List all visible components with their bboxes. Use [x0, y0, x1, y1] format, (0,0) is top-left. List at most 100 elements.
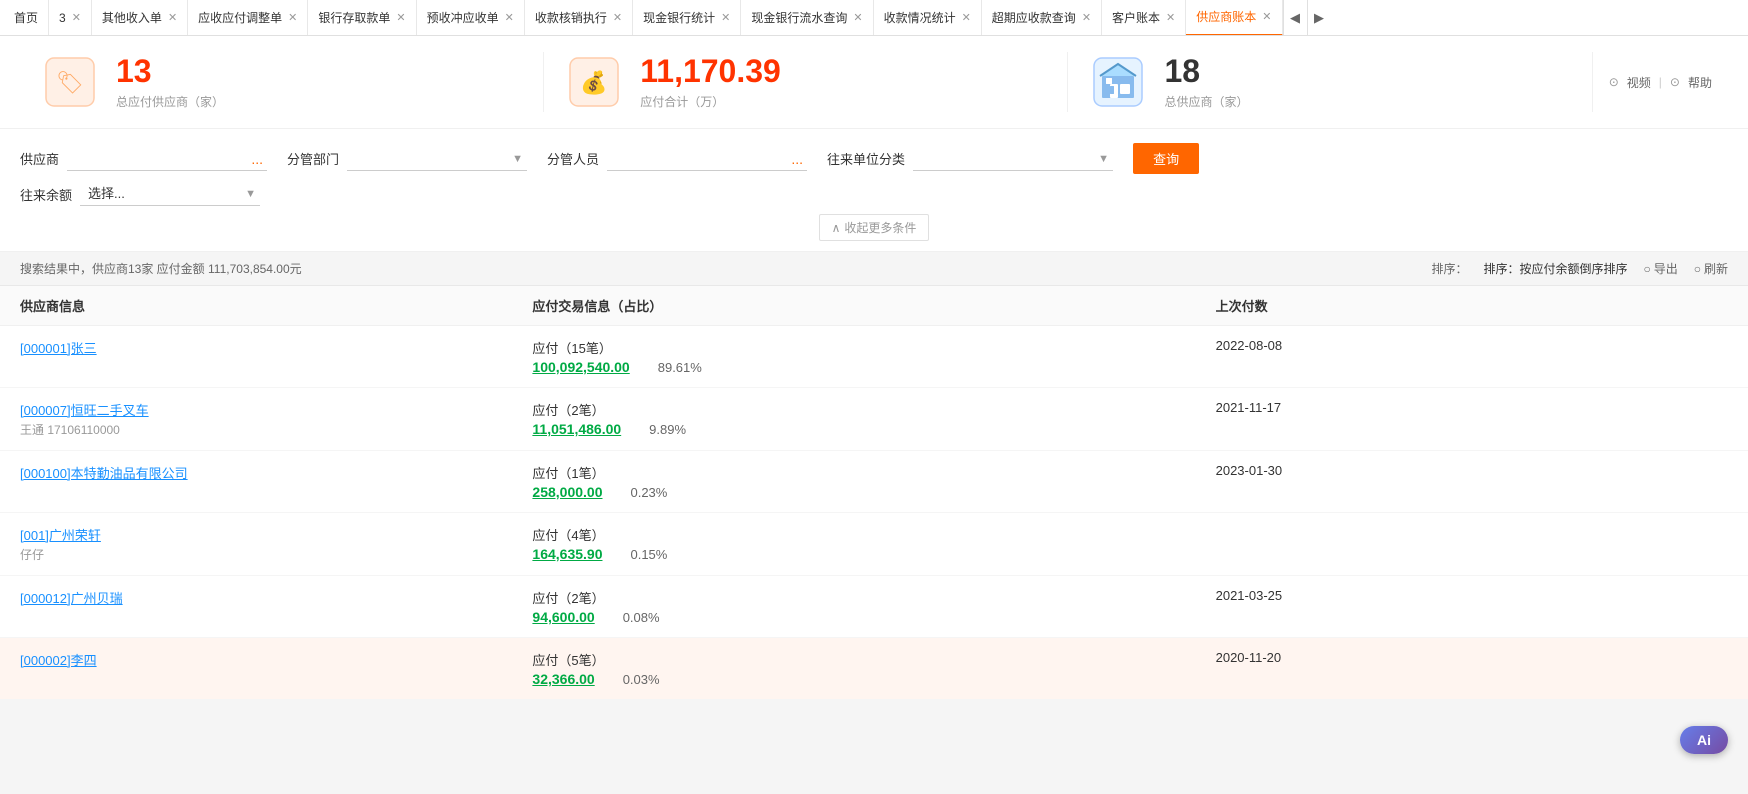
summary-item-total-payable: 💰 11,170.39 应付合计（万）	[544, 52, 1068, 112]
close-icon[interactable]: ✕	[853, 11, 862, 24]
search-button[interactable]: 查询	[1133, 143, 1199, 174]
total-payable-label: 应付合计（万）	[640, 93, 781, 110]
summary-bar: 🏷 13 总应付供应商（家） 💰 11,170.39 应付合计（万）	[0, 36, 1748, 129]
col-supplier-3: [001]广州荣轩 仔仔	[20, 525, 532, 563]
nav-tab-adjustment[interactable]: 应收应付调整单 ✕	[188, 0, 308, 36]
video-link[interactable]: 视频	[1627, 74, 1651, 91]
close-icon[interactable]: ✕	[1262, 10, 1271, 23]
supplier-sub-1: 王通 17106110000	[20, 421, 532, 438]
col-supplier-4: [000012]广州贝瑞	[20, 588, 532, 609]
refresh-button[interactable]: ○ 刷新	[1694, 260, 1728, 277]
nav-tab-home[interactable]: 首页	[4, 0, 49, 36]
nav-tab-cash-bank-stat[interactable]: 现金银行统计 ✕	[633, 0, 741, 36]
trans-amount-0[interactable]: 100,092,540.00	[532, 359, 629, 375]
nav-tab-label-overdue: 超期应收款查询	[992, 9, 1076, 26]
nav-tab-label-home: 首页	[14, 9, 38, 26]
filter-category: 往来单位分类 ▼	[827, 147, 1113, 171]
balance-select[interactable]: 选择...	[80, 182, 260, 206]
data-table: 供应商信息 应付交易信息（占比） 上次付数 [000001]张三 应付（15笔）…	[0, 286, 1748, 700]
supplier-input[interactable]	[67, 147, 267, 171]
nav-tab-bank-deposit[interactable]: 银行存取款单 ✕	[308, 0, 416, 36]
close-icon[interactable]: ✕	[72, 11, 81, 24]
nav-tab-label-collection: 收款核销执行	[535, 9, 607, 26]
person-dots[interactable]: ...	[791, 151, 803, 167]
nav-arrow-left[interactable]: ◀	[1283, 0, 1307, 36]
nav-tab-overdue[interactable]: 超期应收款查询 ✕	[982, 0, 1102, 36]
table-row: [000012]广州贝瑞 应付（2笔） 94,600.00 0.08% 2021…	[0, 576, 1748, 638]
trans-label-5: 应付（5笔）	[532, 650, 1215, 669]
nav-tab-advance[interactable]: 预收冲应收单 ✕	[417, 0, 525, 36]
nav-tab-other-income[interactable]: 其他收入单 ✕	[92, 0, 188, 36]
col-transaction-5: 应付（5笔） 32,366.00 0.03%	[532, 650, 1215, 687]
total-suppliers-number: 18	[1164, 54, 1248, 89]
nav-tab-cash-flow[interactable]: 现金银行流水查询 ✕	[741, 0, 873, 36]
category-select-wrap: ▼	[913, 147, 1113, 171]
col-lastpay-5: 2020-11-20	[1216, 650, 1728, 665]
close-icon[interactable]: ✕	[613, 11, 622, 24]
trans-label-2: 应付（1笔）	[532, 463, 1215, 482]
sort-link[interactable]: 排序：按应付余额倒序排序	[1483, 260, 1627, 277]
table-row: [000002]李四 应付（5笔） 32,366.00 0.03% 2020-1…	[0, 638, 1748, 700]
supplier-link-1[interactable]: [000007]恒旺二手叉车	[20, 400, 532, 419]
result-bar-right: 排序： 排序：按应付余额倒序排序 ○ 导出 ○ 刷新	[1431, 260, 1728, 277]
supplier-link-3[interactable]: [001]广州荣轩	[20, 525, 532, 544]
close-icon[interactable]: ✕	[1166, 11, 1175, 24]
collapse-button[interactable]: ∧ 收起更多条件	[819, 214, 930, 241]
filter-row-2: 往来余额 选择... ▼	[20, 182, 1728, 206]
supplier-link-5[interactable]: [000002]李四	[20, 650, 532, 669]
collapse-row: ∧ 收起更多条件	[20, 214, 1728, 241]
table-header: 供应商信息 应付交易信息（占比） 上次付数	[0, 286, 1748, 326]
nav-tab-label-bank-deposit: 银行存取款单	[318, 9, 390, 26]
filter-balance: 往来余额 选择... ▼	[20, 182, 260, 206]
close-icon[interactable]: ✕	[168, 11, 177, 24]
person-input[interactable]	[607, 147, 807, 171]
supplier-link-2[interactable]: [000100]本特勤油品有限公司	[20, 463, 532, 482]
trans-amount-2[interactable]: 258,000.00	[532, 484, 602, 500]
trans-percent-4: 0.08%	[623, 610, 660, 625]
svg-text:🏷: 🏷	[56, 70, 84, 95]
nav-tab-collection[interactable]: 收款核销执行 ✕	[525, 0, 633, 36]
col-transaction-2: 应付（1笔） 258,000.00 0.23%	[532, 463, 1215, 500]
nav-tab-label-customer-ledger: 客户账本	[1112, 9, 1160, 26]
col-lastpay-4: 2021-03-25	[1216, 588, 1728, 603]
help-link[interactable]: 帮助	[1688, 74, 1712, 91]
nav-tab-label-3: 3	[59, 11, 66, 25]
svg-text:💰: 💰	[581, 70, 608, 96]
supplier-filter-label: 供应商	[20, 149, 59, 168]
ai-badge[interactable]: Ai	[1680, 726, 1728, 754]
dept-select-wrap: ▼	[347, 147, 527, 171]
col-transaction-1: 应付（2笔） 11,051,486.00 9.89%	[532, 400, 1215, 437]
nav-tab-supplier-ledger[interactable]: 供应商账本 ✕	[1186, 0, 1282, 36]
nav-tab-customer-ledger[interactable]: 客户账本 ✕	[1102, 0, 1186, 36]
refresh-icon: ○	[1694, 262, 1701, 276]
nav-arrow-right[interactable]: ▶	[1307, 0, 1331, 36]
export-button[interactable]: ○ 导出	[1643, 260, 1677, 277]
close-icon[interactable]: ✕	[721, 11, 730, 24]
payable-suppliers-label: 总应付供应商（家）	[116, 93, 224, 110]
trans-amount-1[interactable]: 11,051,486.00	[532, 421, 621, 437]
total-payable-number: 11,170.39	[640, 54, 781, 89]
close-icon[interactable]: ✕	[962, 11, 971, 24]
supplier-link-4[interactable]: [000012]广州贝瑞	[20, 588, 532, 607]
filter-dept: 分管部门 ▼	[287, 147, 527, 171]
export-icon: ○	[1643, 262, 1650, 276]
category-select[interactable]	[913, 147, 1113, 171]
col-lastpay-2: 2023-01-30	[1216, 463, 1728, 478]
refresh-label: 刷新	[1704, 260, 1728, 277]
supplier-link-0[interactable]: [000001]张三	[20, 338, 532, 357]
nav-tab-3[interactable]: 3 ✕	[49, 0, 92, 36]
trans-amount-5[interactable]: 32,366.00	[532, 671, 594, 687]
close-icon[interactable]: ✕	[396, 11, 405, 24]
trans-label-4: 应付（2笔）	[532, 588, 1215, 607]
col-transaction-0: 应付（15笔） 100,092,540.00 89.61%	[532, 338, 1215, 375]
close-icon[interactable]: ✕	[288, 11, 297, 24]
supplier-dots[interactable]: ...	[251, 151, 263, 167]
nav-tab-payment-stat[interactable]: 收款情况统计 ✕	[874, 0, 982, 36]
close-icon[interactable]: ✕	[505, 11, 514, 24]
close-icon[interactable]: ✕	[1082, 11, 1091, 24]
dept-select[interactable]	[347, 147, 527, 171]
trans-amount-4[interactable]: 94,600.00	[532, 609, 594, 625]
trans-percent-1: 9.89%	[649, 422, 686, 437]
trans-amount-3[interactable]: 164,635.90	[532, 546, 602, 562]
trans-row-4: 94,600.00 0.08%	[532, 607, 1215, 625]
